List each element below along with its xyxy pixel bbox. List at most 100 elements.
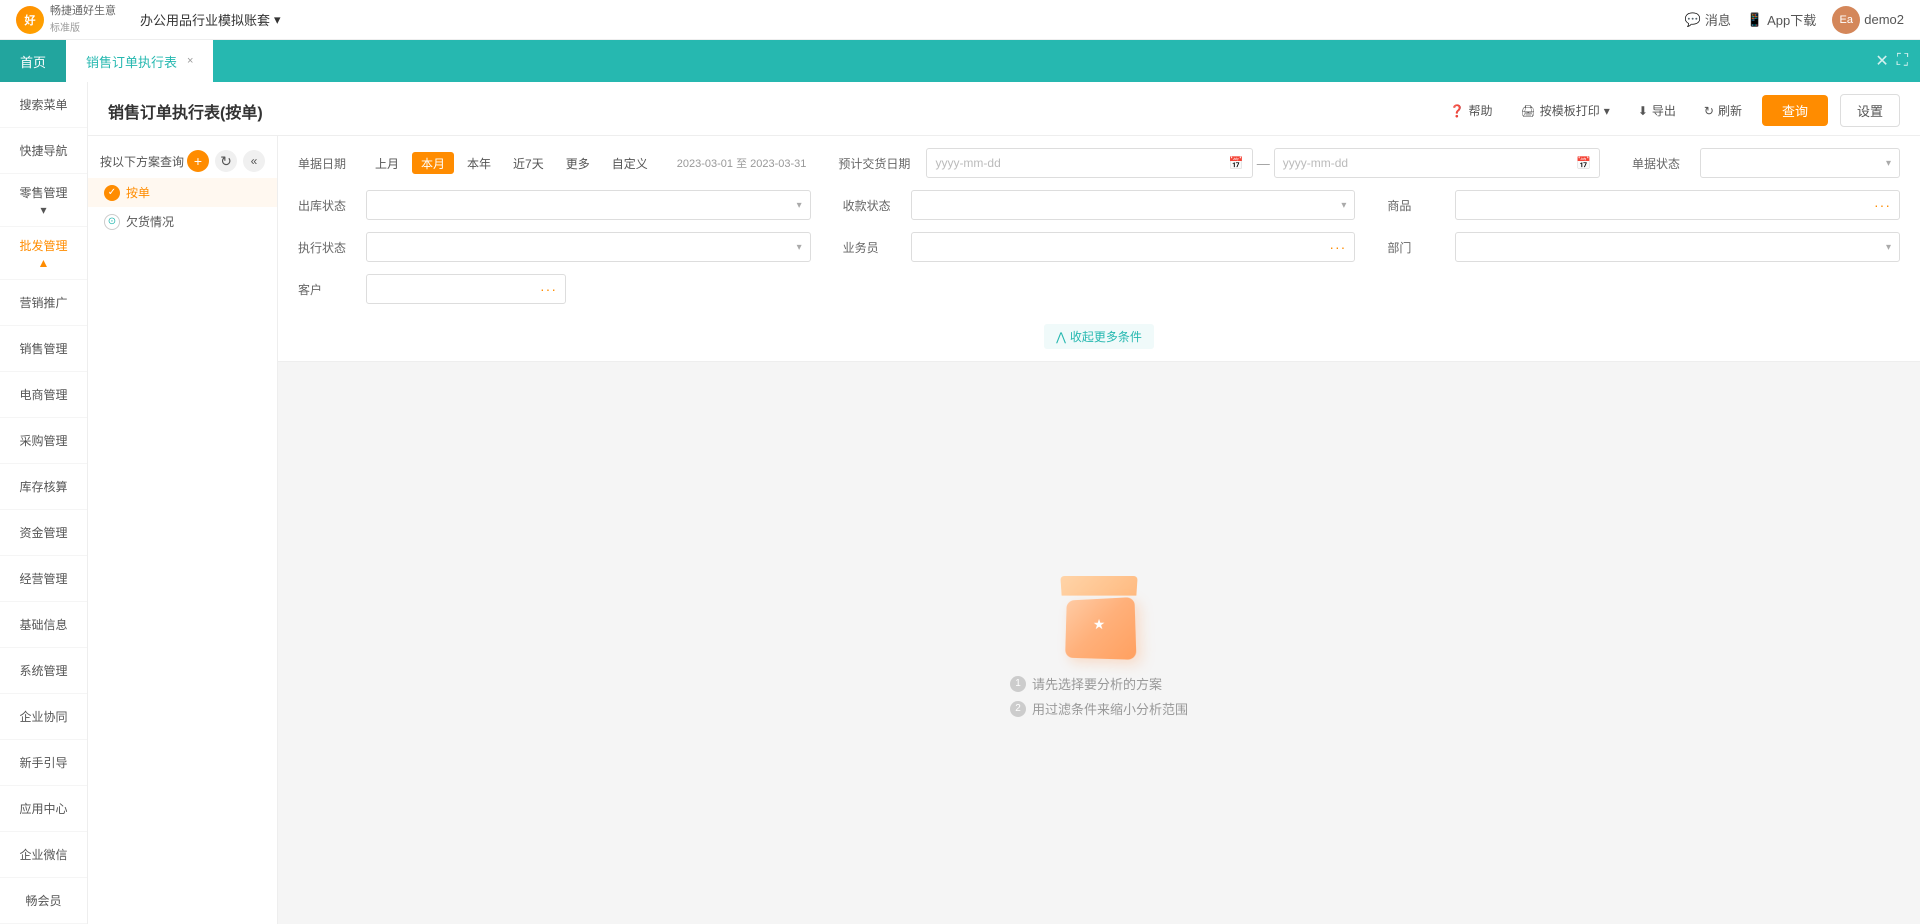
window-expand-icon[interactable]: ⛶: [1897, 52, 1908, 70]
main-layout: 搜索菜单 快捷导航 零售管理 ▾ 批发管理 ▲ 营销推广 销售管理 电商管理 采…: [0, 82, 1920, 924]
expected-date-end[interactable]: yyyy-mm-dd 📅: [1274, 148, 1600, 178]
window-close-icon[interactable]: ✕: [1875, 51, 1888, 71]
print-icon: 🖨: [1521, 104, 1536, 118]
filter-row-2: 出库状态 ▾ 收款状态 ▾ 商品 ···: [298, 190, 1900, 220]
payment-select[interactable]: ▾: [911, 190, 1356, 220]
settings-button[interactable]: 设置: [1840, 94, 1900, 127]
customer-label: 客户: [298, 281, 350, 298]
sidebar-item-purchase-mgmt[interactable]: 采购管理: [0, 418, 87, 464]
product-ellipsis-icon[interactable]: ···: [1874, 197, 1891, 213]
logo-area: 好 畅捷通好生意 标准版: [16, 5, 116, 33]
customer-select[interactable]: ···: [366, 274, 566, 304]
sidebar-item-ecommerce-mgmt[interactable]: 电商管理: [0, 372, 87, 418]
help-button[interactable]: ❓ 帮助: [1442, 98, 1501, 123]
exec-select[interactable]: ▾: [366, 232, 811, 262]
message-button[interactable]: 💬 消息: [1685, 10, 1731, 29]
sidebar-purchase-label: 采购管理: [19, 432, 67, 449]
sidebar-item-member[interactable]: 畅会员: [0, 878, 87, 924]
filter-row-4: 客户 ···: [298, 274, 1900, 304]
sidebar-item-finance-mgmt[interactable]: 资金管理: [0, 510, 87, 556]
breadcrumb[interactable]: 办公用品行业模拟账套 ▾: [140, 10, 281, 29]
tab-bar-right: ✕ ⛶: [1875, 40, 1920, 82]
logo-icon: 好: [16, 6, 44, 34]
sidebar-finance-label: 资金管理: [19, 524, 67, 541]
empty-tips: 1 请先选择要分析的方案 2 用过滤条件来缩小分析范围: [1010, 674, 1188, 718]
sidebar-item-new-user-guide[interactable]: 新手引导: [0, 740, 87, 786]
refresh-label: 刷新: [1718, 102, 1742, 119]
customer-ellipsis-icon[interactable]: ···: [540, 281, 557, 297]
date-tag-7days[interactable]: 近7天: [504, 152, 553, 174]
empty-tip-2: 2 用过滤条件来缩小分析范围: [1010, 699, 1188, 718]
expected-date-start[interactable]: yyyy-mm-dd 📅: [926, 148, 1252, 178]
plan-item-按单[interactable]: ✓ 按单: [88, 178, 277, 207]
query-button[interactable]: 查询: [1762, 95, 1828, 126]
date-separator: —: [1257, 156, 1270, 171]
sidebar-item-marketing[interactable]: 营销推广: [0, 280, 87, 326]
collapse-filters-label: 收起更多条件: [1070, 328, 1142, 345]
sidebar-basic-label: 基础信息: [19, 616, 67, 633]
tip-text-2: 用过滤条件来缩小分析范围: [1032, 699, 1188, 718]
plan-dot-active: ✓: [104, 185, 120, 201]
left-panel: 按以下方案查询 + ↻ « ✓ 按单: [88, 136, 278, 924]
date-tag-this-year[interactable]: 本年: [458, 152, 500, 174]
stock-select[interactable]: ▾: [366, 190, 811, 220]
salesperson-label: 业务员: [843, 239, 895, 256]
plan-item-debt[interactable]: ⊙ 欠货情况: [88, 207, 277, 236]
dept-select[interactable]: ▾: [1455, 232, 1900, 262]
plan-item-debt-label: 欠货情况: [126, 213, 174, 230]
sidebar-item-search-menu[interactable]: 搜索菜单: [0, 82, 87, 128]
salesperson-select[interactable]: ···: [911, 232, 1356, 262]
sidebar-item-ops-mgmt[interactable]: 经营管理: [0, 556, 87, 602]
tab-active[interactable]: 销售订单执行表 ×: [66, 40, 213, 82]
date-tag-more[interactable]: 更多: [557, 152, 599, 174]
sidebar-wholesale-label: 批发管理: [19, 237, 67, 254]
exec-chevron-icon: ▾: [797, 242, 802, 253]
filter-container: 单据日期 上月 本月 本年 近7天 更多 自定义 2023-03-01 至 20…: [278, 136, 1920, 362]
date-tag-this-month[interactable]: 本月: [412, 152, 454, 174]
sidebar-item-system-mgmt[interactable]: 系统管理: [0, 648, 87, 694]
sidebar-item-enterprise-collab[interactable]: 企业协同: [0, 694, 87, 740]
calendar-end-icon: 📅: [1576, 156, 1591, 170]
logo-subtitle: 标准版: [50, 19, 116, 34]
left-panel-header: 按以下方案查询 + ↻ «: [88, 144, 277, 178]
user-profile-button[interactable]: Ea demo2: [1832, 6, 1904, 34]
empty-state-area: ★ 1 请先选择要分析的方案 2 用过滤条件来缩小分析范围: [278, 362, 1920, 924]
collapse-plan-button[interactable]: «: [243, 150, 265, 172]
refresh-button[interactable]: ↻ 刷新: [1696, 98, 1750, 123]
tab-home[interactable]: 首页: [0, 40, 66, 82]
export-button[interactable]: ⬇ 导出: [1630, 98, 1684, 123]
plan-item-按单-label: 按单: [126, 184, 150, 201]
refresh-plan-button[interactable]: ↻: [215, 150, 237, 172]
tab-close-icon[interactable]: ×: [187, 55, 193, 67]
date-tag-last-month[interactable]: 上月: [366, 152, 408, 174]
page-header: 销售订单执行表(按单) ❓ 帮助 🖨 按模板打印 ▾ ⬇ 导出 ↻ 刷新: [88, 82, 1920, 136]
sidebar-retail-label: 零售管理: [19, 184, 67, 201]
sidebar-quick-nav-label: 快捷导航: [19, 142, 67, 159]
salesperson-ellipsis-icon[interactable]: ···: [1329, 239, 1346, 255]
sidebar-item-sales-mgmt[interactable]: 销售管理: [0, 326, 87, 372]
app-download-icon: 📱: [1747, 12, 1763, 28]
collapse-filters-button[interactable]: ⋀ 收起更多条件: [1044, 324, 1154, 349]
print-button[interactable]: 🖨 按模板打印 ▾: [1513, 98, 1618, 123]
sidebar-item-app-center[interactable]: 应用中心: [0, 786, 87, 832]
date-tag-custom[interactable]: 自定义: [603, 152, 657, 174]
sidebar-item-inventory-check[interactable]: 库存核算: [0, 464, 87, 510]
sidebar-item-enterprise-wechat[interactable]: 企业微信: [0, 832, 87, 878]
add-plan-button[interactable]: +: [187, 150, 209, 172]
calendar-start-icon: 📅: [1229, 156, 1244, 170]
content-area: 销售订单执行表(按单) ❓ 帮助 🖨 按模板打印 ▾ ⬇ 导出 ↻ 刷新: [88, 82, 1920, 924]
sidebar-item-wholesale-mgmt[interactable]: 批发管理 ▲: [0, 227, 87, 280]
sidebar-app-center-label: 应用中心: [19, 800, 67, 817]
filter-row-3: 执行状态 ▾ 业务员 ··· 部门 ▾: [298, 232, 1900, 262]
sidebar-item-retail-mgmt[interactable]: 零售管理 ▾: [0, 174, 87, 227]
box-lid: [1060, 576, 1137, 596]
tip-num-2: 2: [1010, 701, 1026, 717]
date-range-display: 2023-03-01 至 2023-03-31: [677, 155, 807, 171]
sidebar-search-menu-label: 搜索菜单: [19, 96, 67, 113]
status-select[interactable]: ▾: [1700, 148, 1900, 178]
sidebar-item-basic-info[interactable]: 基础信息: [0, 602, 87, 648]
app-download-button[interactable]: 📱 App下载: [1747, 10, 1816, 29]
product-select[interactable]: ···: [1455, 190, 1900, 220]
sidebar-item-quick-nav[interactable]: 快捷导航: [0, 128, 87, 174]
add-plan-icon: +: [194, 153, 202, 169]
